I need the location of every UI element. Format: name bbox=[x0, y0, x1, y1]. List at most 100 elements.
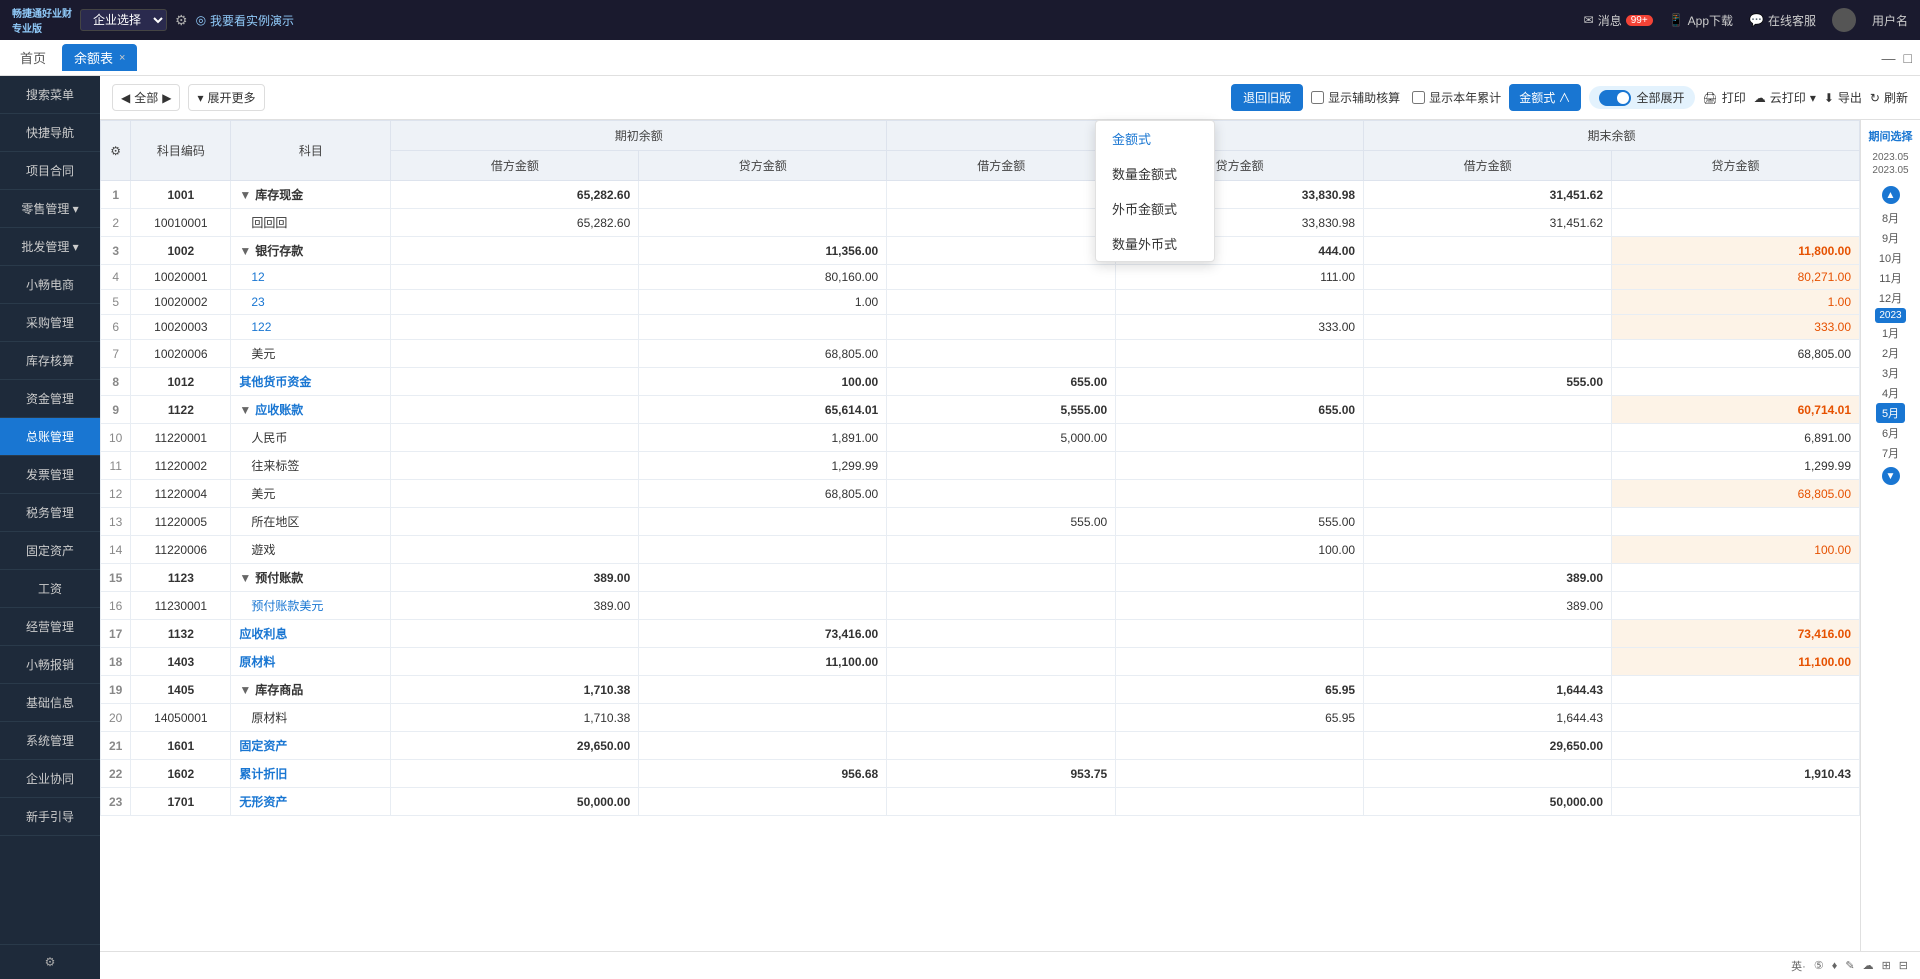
expand-more-btn[interactable]: ▾ 展开更多 bbox=[188, 84, 264, 111]
sidebar-item-tax[interactable]: 税务管理 bbox=[0, 494, 100, 532]
sidebar-item-finance[interactable]: 资金管理 bbox=[0, 380, 100, 418]
top-bar-right: ✉ 消息 99+ 📱 App下载 💬 在线客服 用户名 bbox=[1584, 8, 1908, 32]
sidebar-item-operation[interactable]: 经营管理 bbox=[0, 608, 100, 646]
toggle-switch[interactable] bbox=[1599, 90, 1631, 106]
sidebar-item-fixedasset[interactable]: 固定资产 bbox=[0, 532, 100, 570]
sidebar-item-invoice[interactable]: 发票管理 bbox=[0, 456, 100, 494]
online-service-btn[interactable]: 💬 在线客服 bbox=[1749, 12, 1816, 29]
bottom-icon-5[interactable]: ⊞ bbox=[1882, 959, 1891, 972]
period-10[interactable]: 10月 bbox=[1879, 248, 1902, 268]
sidebar-item-wholesale[interactable]: 批发管理 ▾ bbox=[0, 228, 100, 266]
expand-down-btn[interactable]: ▼ bbox=[1882, 467, 1900, 485]
refresh-btn[interactable]: ↻ 刷新 bbox=[1870, 89, 1908, 106]
row-subject-20[interactable]: 固定资产 bbox=[231, 732, 391, 760]
sidebar-item-quicknav[interactable]: 快捷导航 bbox=[0, 114, 100, 152]
bottom-icon-2[interactable]: ♦ bbox=[1832, 960, 1838, 972]
row-curr-debit-11 bbox=[887, 480, 1116, 508]
sidebar-item-expense[interactable]: 小畅报销 bbox=[0, 646, 100, 684]
sidebar-item-search[interactable]: 搜索菜单 bbox=[0, 76, 100, 114]
dropdown-item-foreign-amount[interactable]: 外币金额式 bbox=[1096, 191, 1214, 226]
row-subject-3[interactable]: 12 bbox=[231, 265, 391, 290]
print-btn[interactable]: 🖨 打印 bbox=[1703, 89, 1746, 106]
row-subject-21[interactable]: 累计折旧 bbox=[231, 760, 391, 788]
tab-home[interactable]: 首页 bbox=[8, 44, 58, 71]
bottom-icon-3[interactable]: ✎ bbox=[1845, 959, 1854, 972]
lang-switch[interactable]: 英· bbox=[1791, 958, 1806, 974]
tab-minimize-icon[interactable]: — bbox=[1882, 50, 1896, 66]
row-no-4: 5 bbox=[101, 290, 131, 315]
sidebar-item-purchase[interactable]: 采购管理 bbox=[0, 304, 100, 342]
row-subject-7[interactable]: 其他货币资金 bbox=[231, 368, 391, 396]
row-subject-5[interactable]: 122 bbox=[231, 315, 391, 340]
row-close-debit-4 bbox=[1364, 290, 1612, 315]
row-close-credit-13: 100.00 bbox=[1612, 536, 1860, 564]
row-subject-22[interactable]: 无形资产 bbox=[231, 788, 391, 816]
sidebar-item-inventory[interactable]: 库存核算 bbox=[0, 342, 100, 380]
expand-up-btn[interactable]: ▲ bbox=[1882, 186, 1900, 204]
return-old-btn[interactable]: 退回旧版 bbox=[1231, 84, 1303, 111]
show-auxiliary-check[interactable]: 显示辅助核算 bbox=[1311, 89, 1400, 106]
dropdown-item-qty-foreign[interactable]: 数量外币式 bbox=[1096, 226, 1214, 261]
period-6[interactable]: 6月 bbox=[1882, 423, 1899, 443]
period-12[interactable]: 12月 bbox=[1879, 288, 1902, 308]
company-selector[interactable]: 企业选择 bbox=[80, 9, 167, 31]
row-subject-4[interactable]: 23 bbox=[231, 290, 391, 315]
row-no-15: 16 bbox=[101, 592, 131, 620]
period-4[interactable]: 4月 bbox=[1882, 383, 1899, 403]
bottom-icon-6[interactable]: ⊟ bbox=[1899, 959, 1908, 972]
dropdown-item-amount[interactable]: 金额式 bbox=[1096, 121, 1214, 156]
period-8[interactable]: 8月 bbox=[1882, 208, 1899, 228]
period-1[interactable]: 1月 bbox=[1882, 323, 1899, 343]
amount-style-btn[interactable]: 金额式 ∧ bbox=[1509, 84, 1580, 111]
bottom-icon-4[interactable]: ☁ bbox=[1863, 959, 1874, 972]
row-subject-8[interactable]: ▼应收账款 bbox=[231, 396, 391, 424]
row-close-credit-8: 60,714.01 bbox=[1612, 396, 1860, 424]
tab-maximize-icon[interactable]: □ bbox=[1904, 50, 1912, 66]
row-open-debit-21 bbox=[391, 760, 639, 788]
row-close-debit-5 bbox=[1364, 315, 1612, 340]
row-subject-16[interactable]: 应收利息 bbox=[231, 620, 391, 648]
period-5[interactable]: 5月 bbox=[1876, 403, 1905, 423]
sidebar-item-collab[interactable]: 企业协同 bbox=[0, 760, 100, 798]
expand-all-toggle[interactable]: 全部展开 bbox=[1589, 86, 1695, 109]
messages-btn[interactable]: ✉ 消息 99+ bbox=[1584, 12, 1653, 29]
row-curr-debit-16 bbox=[887, 620, 1116, 648]
period-9[interactable]: 9月 bbox=[1882, 228, 1899, 248]
row-subject-17[interactable]: 原材料 bbox=[231, 648, 391, 676]
sidebar-item-newguide[interactable]: 新手引导 bbox=[0, 798, 100, 836]
row-curr-debit-22 bbox=[887, 788, 1116, 816]
period-7[interactable]: 7月 bbox=[1882, 443, 1899, 463]
sidebar-item-ledger[interactable]: 总账管理 bbox=[0, 418, 100, 456]
row-open-credit-14 bbox=[639, 564, 887, 592]
row-no-9: 10 bbox=[101, 424, 131, 452]
row-open-debit-17 bbox=[391, 648, 639, 676]
cloud-print-btn[interactable]: ☁ 云打印 ▾ bbox=[1754, 89, 1816, 106]
demo-link[interactable]: ◎ 我要看实例演示 bbox=[196, 12, 295, 29]
sidebar-item-payroll[interactable]: 工资 bbox=[0, 570, 100, 608]
gear-icon[interactable]: ⚙ bbox=[175, 12, 188, 29]
export-btn[interactable]: ⬇ 导出 bbox=[1824, 89, 1862, 106]
avatar[interactable] bbox=[1832, 8, 1856, 32]
sidebar-item-system[interactable]: 系统管理 bbox=[0, 722, 100, 760]
app-download-btn[interactable]: 📱 App下载 bbox=[1669, 12, 1733, 29]
tab-bar-right: — □ bbox=[1882, 50, 1912, 66]
period-2[interactable]: 2月 bbox=[1882, 343, 1899, 363]
row-open-credit-11: 68,805.00 bbox=[639, 480, 887, 508]
sidebar-item-basic[interactable]: 基础信息 bbox=[0, 684, 100, 722]
sidebar-item-retail[interactable]: 零售管理 ▾ bbox=[0, 190, 100, 228]
top-bar: 畅捷通好业财 专业版 企业选择 ⚙ ◎ 我要看实例演示 ✉ 消息 99+ 📱 A… bbox=[0, 0, 1920, 40]
tab-balance-sheet[interactable]: 余额表 × bbox=[62, 44, 137, 71]
sidebar-item-project[interactable]: 项目合同 bbox=[0, 152, 100, 190]
tab-close-btn[interactable]: × bbox=[119, 52, 125, 64]
dropdown-item-qty-amount[interactable]: 数量金额式 bbox=[1096, 156, 1214, 191]
row-subject-15[interactable]: 预付账款美元 bbox=[231, 592, 391, 620]
period-11[interactable]: 11月 bbox=[1879, 268, 1901, 288]
nav-all-btn[interactable]: ◀ 全部 ▶ bbox=[112, 84, 180, 111]
th-settings[interactable]: ⚙ bbox=[101, 121, 131, 181]
sidebar-item-ecommerce[interactable]: 小畅电商 bbox=[0, 266, 100, 304]
bottom-icon-1[interactable]: ⑤ bbox=[1814, 959, 1824, 972]
show-year-check[interactable]: 显示本年累计 bbox=[1412, 89, 1501, 106]
period-3[interactable]: 3月 bbox=[1882, 363, 1899, 383]
row-open-credit-22 bbox=[639, 788, 887, 816]
sidebar-settings[interactable]: ⚙ bbox=[0, 944, 100, 979]
